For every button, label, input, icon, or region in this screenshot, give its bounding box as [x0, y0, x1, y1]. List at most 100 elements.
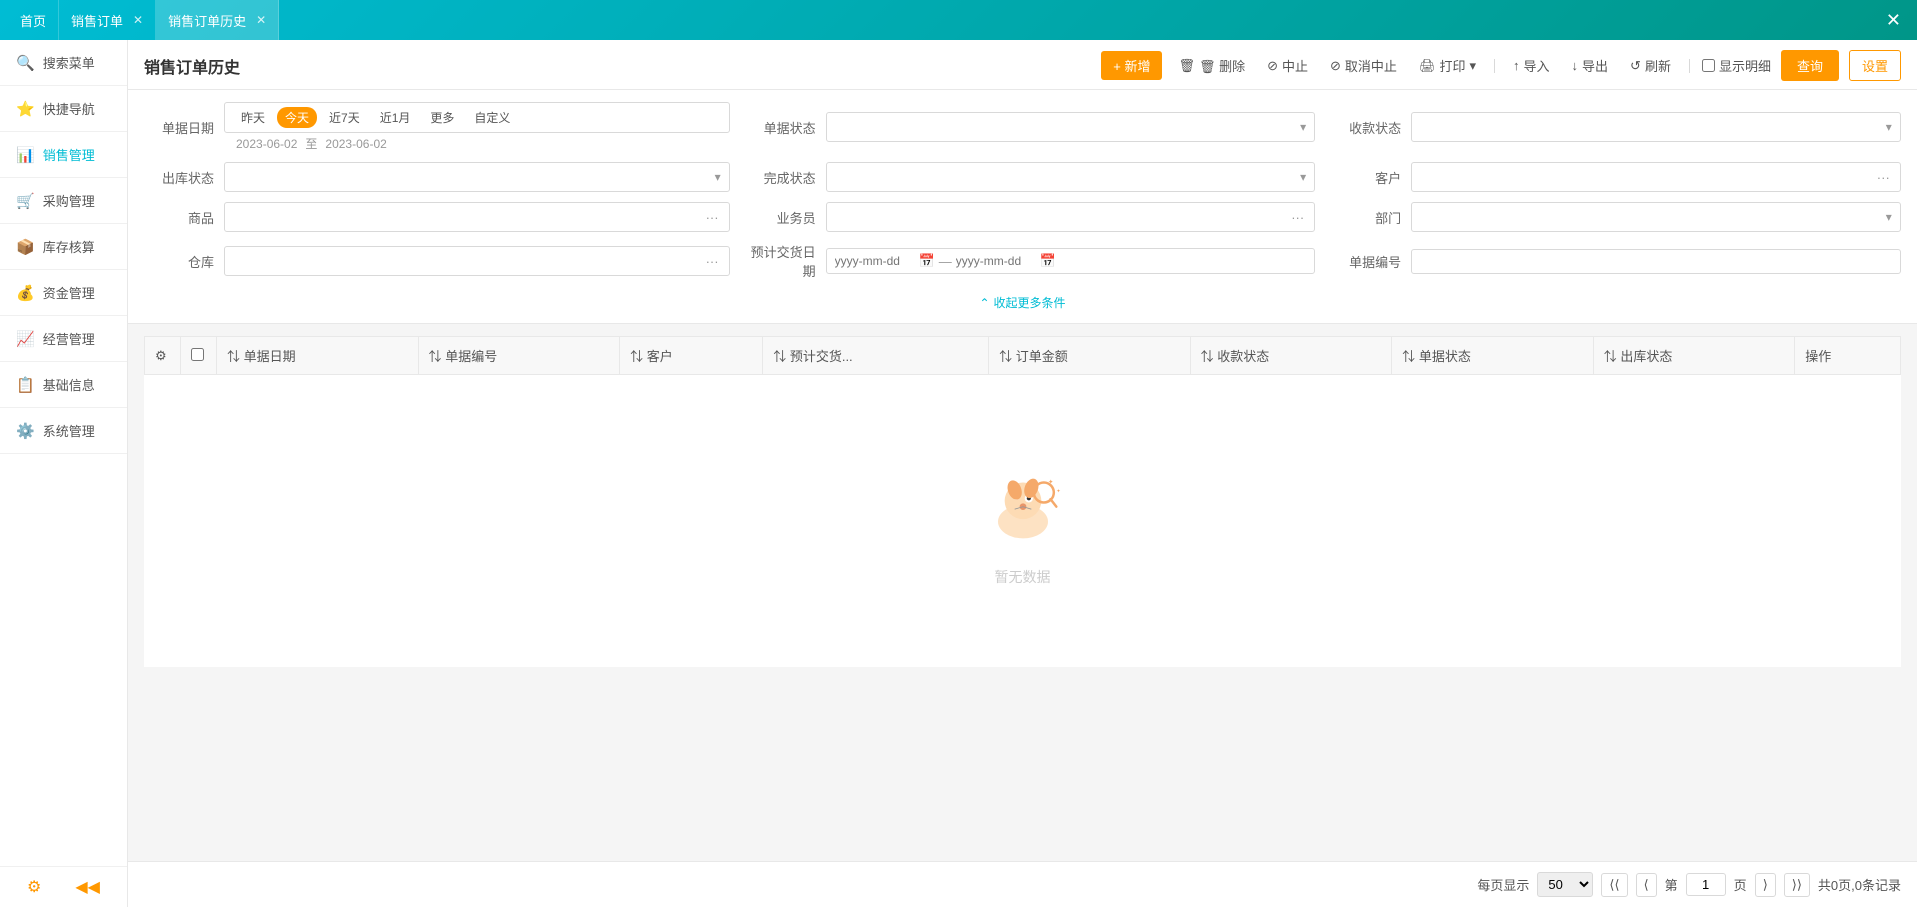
goods-input[interactable]: ···: [224, 202, 730, 232]
tab-home-label: 首页: [20, 11, 46, 30]
sidebar-item-inventory[interactable]: 📦 库存核算: [0, 224, 127, 270]
delete-button[interactable]: 🗑 🗑 删除: [1172, 52, 1251, 79]
filter-warehouse-section: 仓库 ···: [144, 242, 730, 280]
filter-expected-date-section: 预计交货日期 📅 — 📅: [730, 242, 1316, 280]
th-bill-no-label: 单据编号: [445, 349, 497, 364]
page-unit: 页: [1734, 875, 1747, 894]
date-chip-7days[interactable]: 近7天: [321, 107, 368, 128]
sidebar-item-purchase[interactable]: 🛒 采购管理: [0, 178, 127, 224]
warehouse-input[interactable]: ···: [224, 246, 730, 276]
import-icon: ↑: [1513, 58, 1520, 73]
filter-complete-status-section: 完成状态 ▾: [730, 162, 1316, 192]
inventory-icon: 📦: [16, 238, 35, 256]
date-chip-custom[interactable]: 自定义: [466, 107, 518, 128]
salesperson-input[interactable]: ···: [826, 202, 1316, 232]
sidebar-item-sales[interactable]: 📊 销售管理: [0, 132, 127, 178]
customer-input[interactable]: ···: [1411, 162, 1901, 192]
expected-date-start-input[interactable]: [835, 254, 915, 268]
operations-icon: 📈: [16, 330, 35, 348]
salesperson-dotdot: ···: [1291, 210, 1304, 225]
calendar-icon-end: 📅: [1040, 253, 1056, 269]
out-status-dropdown[interactable]: ▾: [224, 162, 730, 192]
th-date[interactable]: ⇅ 单据日期: [217, 337, 419, 375]
bill-status-dropdown[interactable]: ▾: [826, 112, 1316, 142]
query-button[interactable]: 查询: [1781, 50, 1839, 81]
sidebar-item-quick-nav[interactable]: ⭐ 快捷导航: [0, 86, 127, 132]
tab-sales-order-history-close[interactable]: ✕: [256, 13, 266, 27]
tab-home[interactable]: 首页: [8, 0, 59, 40]
receive-status-label: 收款状态: [1331, 118, 1411, 137]
display-detail-checkbox[interactable]: [1702, 59, 1715, 72]
sidebar-settings-button[interactable]: ⚙: [27, 877, 41, 897]
content-area: 销售订单历史 + 新增 🗑 🗑 删除 ⊘ 中止 ⊘ 取消中止 🖨 打印: [128, 40, 1917, 907]
th-action: 操作: [1795, 337, 1901, 375]
refresh-icon: ↺: [1630, 58, 1641, 74]
import-label: 导入: [1524, 56, 1550, 75]
date-chip-yesterday[interactable]: 昨天: [233, 107, 273, 128]
search-icon: 🔍: [16, 54, 35, 72]
th-expected-delivery[interactable]: ⇅ 预计交货...: [763, 337, 989, 375]
dept-dropdown[interactable]: ▾: [1411, 202, 1901, 232]
prev-page-button[interactable]: ⟨: [1636, 873, 1657, 897]
new-button[interactable]: + 新增: [1101, 51, 1162, 80]
tab-sales-order-close[interactable]: ✕: [133, 13, 143, 27]
out-status-chevron: ▾: [715, 170, 721, 184]
th-bill-no[interactable]: ⇅ 单据编号: [418, 337, 620, 375]
tab-sales-order-label: 销售订单: [71, 11, 123, 30]
bill-no-input[interactable]: [1420, 254, 1892, 269]
th-receive-status[interactable]: ⇅ 收款状态: [1190, 337, 1392, 375]
date-chip-more[interactable]: 更多: [422, 107, 462, 128]
display-detail-checkbox-label[interactable]: 显示明细: [1702, 56, 1771, 75]
th-checkbox[interactable]: [181, 337, 217, 375]
export-button[interactable]: ↓ 导出: [1566, 52, 1615, 79]
salesperson-label: 业务员: [746, 208, 826, 227]
th-customer[interactable]: ⇅ 客户: [620, 337, 763, 375]
setting-button[interactable]: 设置: [1849, 50, 1901, 81]
print-button[interactable]: 🖨 打印 ▾: [1413, 52, 1482, 79]
total-label: 共0页,0条记录: [1818, 875, 1901, 894]
warehouse-dotdot: ···: [706, 254, 719, 269]
toolbar-divider2: [1689, 59, 1690, 73]
complete-status-dropdown[interactable]: ▾: [826, 162, 1316, 192]
cancel-stop-button[interactable]: ⊘ 取消中止: [1324, 52, 1403, 79]
tab-sales-order-history[interactable]: 销售订单历史 ✕: [156, 0, 279, 40]
filter-bill-no-section: 单据编号: [1315, 242, 1901, 280]
sidebar-item-inventory-label: 库存核算: [43, 237, 95, 256]
next-page-button[interactable]: ⟩: [1755, 873, 1776, 897]
system-icon: ⚙️: [16, 422, 35, 440]
select-all-checkbox[interactable]: [191, 348, 204, 361]
sidebar-item-operations[interactable]: 📈 经营管理: [0, 316, 127, 362]
out-status-label: 出库状态: [144, 168, 224, 187]
th-order-amount[interactable]: ⇅ 订单金额: [989, 337, 1191, 375]
toolbar: + 新增 🗑 🗑 删除 ⊘ 中止 ⊘ 取消中止 🖨 打印 ▾: [1101, 50, 1901, 81]
last-page-button[interactable]: ⟩⟩: [1784, 873, 1810, 897]
th-bill-status[interactable]: ⇅ 单据状态: [1392, 337, 1594, 375]
purchase-icon: 🛒: [16, 192, 35, 210]
collapse-filter-row[interactable]: ⌃ 收起更多条件: [144, 290, 1901, 315]
sidebar-item-system[interactable]: ⚙️ 系统管理: [0, 408, 127, 454]
date-range-separator: 至: [305, 135, 317, 152]
sidebar-item-search[interactable]: 🔍 搜索菜单: [0, 40, 127, 86]
sidebar-collapse-button[interactable]: ◀◀: [75, 877, 100, 897]
th-customer-icon: ⇅: [630, 349, 643, 364]
window-close-button[interactable]: ✕: [1870, 0, 1917, 40]
sidebar-item-basic-info[interactable]: 📋 基础信息: [0, 362, 127, 408]
sidebar-item-finance[interactable]: 💰 资金管理: [0, 270, 127, 316]
tab-sales-order[interactable]: 销售订单 ✕: [59, 0, 156, 40]
refresh-button[interactable]: ↺ 刷新: [1624, 52, 1677, 79]
current-page-input[interactable]: [1686, 873, 1726, 896]
date-chip-today[interactable]: 今天: [277, 107, 317, 128]
page-size-select[interactable]: 50 10 20 100: [1537, 872, 1593, 897]
expected-date-end-input[interactable]: [956, 254, 1036, 268]
th-gear[interactable]: ⚙: [145, 337, 181, 375]
sidebar-item-system-label: 系统管理: [43, 421, 95, 440]
stop-button[interactable]: ⊘ 中止: [1261, 52, 1314, 79]
th-out-status[interactable]: ⇅ 出库状态: [1593, 337, 1795, 375]
toolbar-divider: [1494, 59, 1495, 73]
import-button[interactable]: ↑ 导入: [1507, 52, 1556, 79]
date-range-start: 2023-06-02: [236, 137, 297, 151]
receive-status-dropdown[interactable]: ▾: [1411, 112, 1901, 142]
th-bill-status-label: 单据状态: [1419, 349, 1471, 364]
first-page-button[interactable]: ⟨⟨: [1601, 873, 1627, 897]
date-chip-1month[interactable]: 近1月: [372, 107, 419, 128]
